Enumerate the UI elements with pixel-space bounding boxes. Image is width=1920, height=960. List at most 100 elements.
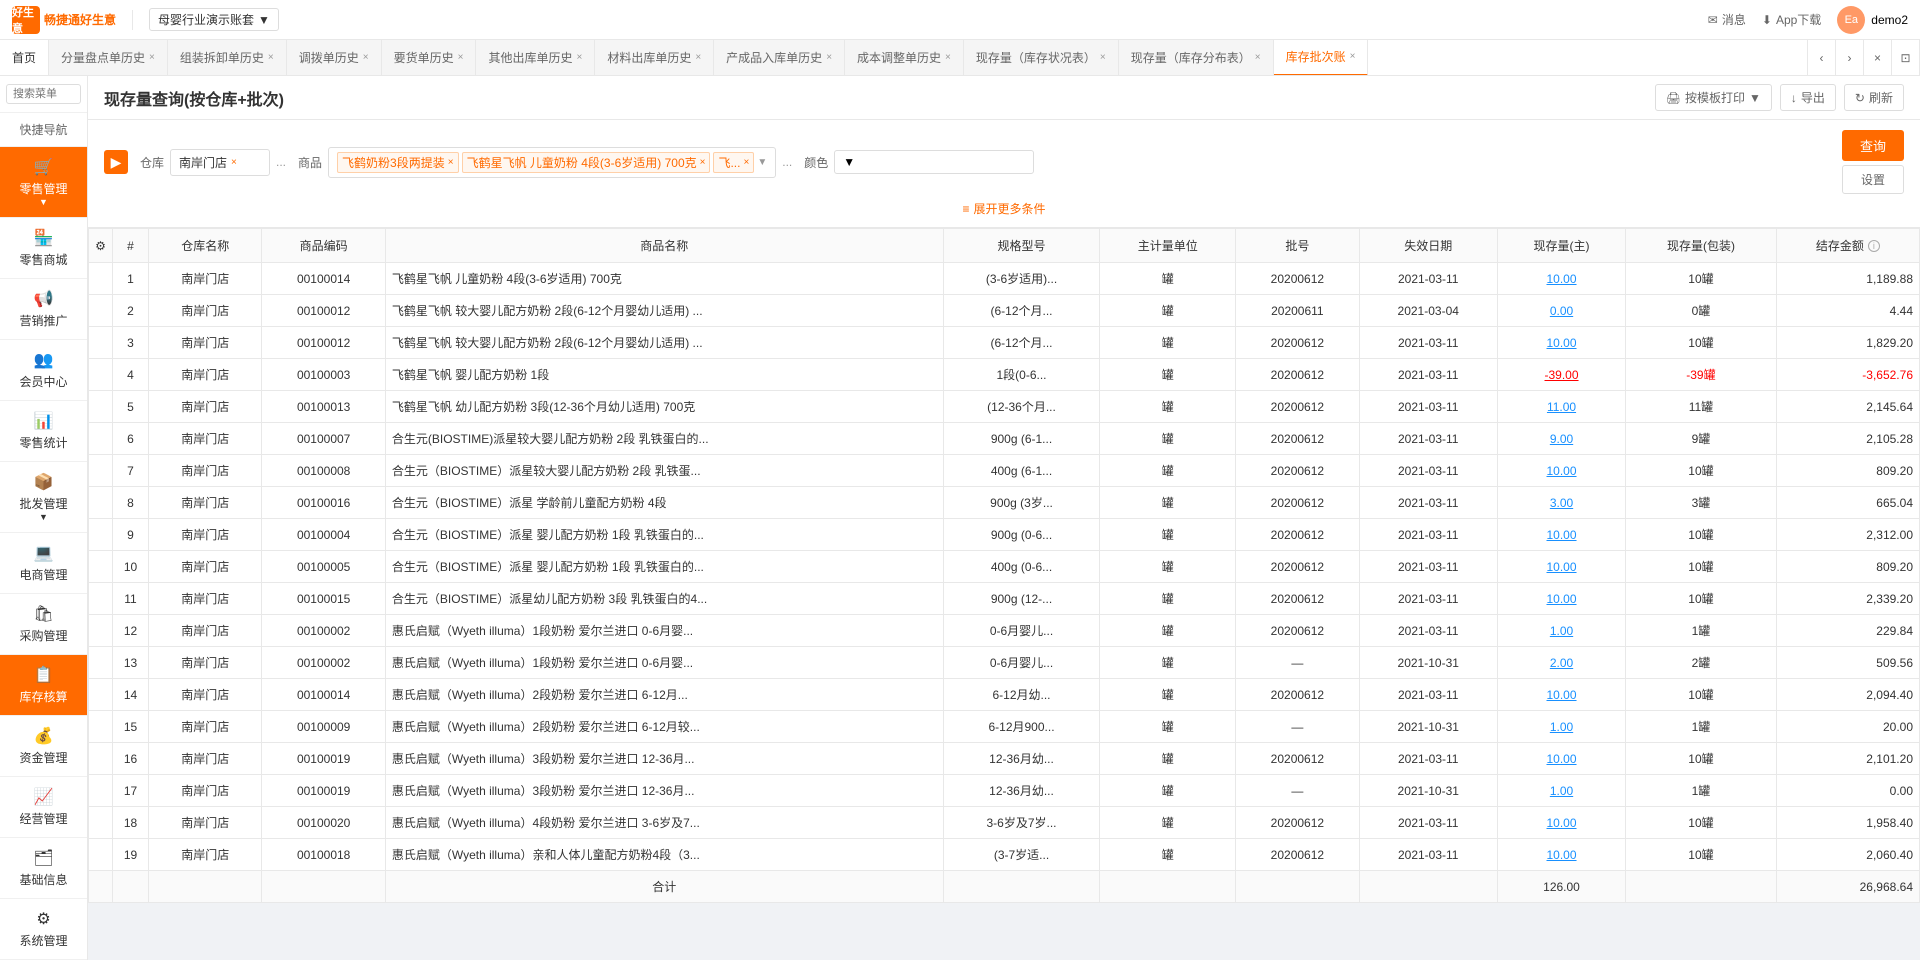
cell-qty-main-3[interactable]: -39.00 (1497, 359, 1625, 391)
cell-settings-9[interactable] (89, 551, 113, 583)
tab-1-close[interactable]: × (149, 52, 155, 63)
tab-9-close[interactable]: × (1100, 52, 1106, 63)
tab-7-close[interactable]: × (826, 52, 832, 63)
search-input[interactable] (6, 84, 81, 104)
cell-settings-17[interactable] (89, 807, 113, 839)
cell-qty-main-9[interactable]: 10.00 (1497, 551, 1625, 583)
cell-qty-main-12[interactable]: 2.00 (1497, 647, 1625, 679)
product-tag-3-del[interactable]: × (743, 157, 749, 168)
query-button[interactable]: 查询 (1842, 130, 1904, 161)
sidebar-item-finance[interactable]: 💰 资金管理 (0, 716, 87, 777)
sidebar-item-retail[interactable]: 🛒 零售管理 ▼ (0, 147, 87, 218)
cell-qty-main-8[interactable]: 10.00 (1497, 519, 1625, 551)
cell-settings-13[interactable] (89, 679, 113, 711)
cell-settings-2[interactable] (89, 327, 113, 359)
cell-qty-main-11[interactable]: 1.00 (1497, 615, 1625, 647)
cell-settings-18[interactable] (89, 839, 113, 871)
tab-4-close[interactable]: × (458, 52, 464, 63)
export-button[interactable]: ↓ 导出 (1780, 84, 1836, 111)
tab-9[interactable]: 现存量（库存状况表） × (964, 40, 1119, 76)
cell-settings-14[interactable] (89, 711, 113, 743)
tab-10-close[interactable]: × (1255, 52, 1261, 63)
tab-4[interactable]: 要货单历史 × (382, 40, 477, 76)
settings-button[interactable]: 设置 (1842, 165, 1904, 194)
cell-settings-12[interactable] (89, 647, 113, 679)
product-more[interactable]: ... (782, 155, 792, 169)
sidebar-item-member[interactable]: 👥 会员中心 (0, 340, 87, 401)
product-tag-2-del[interactable]: × (700, 157, 706, 168)
cell-qty-main-13[interactable]: 10.00 (1497, 679, 1625, 711)
cell-settings-16[interactable] (89, 775, 113, 807)
template-print-button[interactable]: 🖨 按模板打印 ▼ (1655, 84, 1772, 111)
product-tag-1-del[interactable]: × (448, 157, 454, 168)
color-input[interactable]: ▼ (834, 150, 1034, 174)
tab-8-close[interactable]: × (945, 52, 951, 63)
refresh-button[interactable]: ↻ 刷新 (1844, 84, 1904, 111)
cell-qty-main-6[interactable]: 10.00 (1497, 455, 1625, 487)
sidebar-item-operation[interactable]: 📈 经营管理 (0, 777, 87, 838)
tab-11-close[interactable]: × (1350, 51, 1356, 62)
cell-settings-10[interactable] (89, 583, 113, 615)
cell-settings-0[interactable] (89, 263, 113, 295)
tab-8[interactable]: 成本调整单历史 × (845, 40, 964, 76)
tab-2[interactable]: 组装拆卸单历史 × (168, 40, 287, 76)
tab-7[interactable]: 产成品入库单历史 × (714, 40, 845, 76)
cell-settings-7[interactable] (89, 487, 113, 519)
sidebar-item-basic[interactable]: 🗂 基础信息 (0, 838, 87, 899)
cell-qty-main-16[interactable]: 1.00 (1497, 775, 1625, 807)
sidebar-item-wholesale[interactable]: 📦 批发管理 ▼ (0, 462, 87, 533)
tab-3[interactable]: 调拨单历史 × (287, 40, 382, 76)
cell-qty-main-17[interactable]: 10.00 (1497, 807, 1625, 839)
cell-settings-6[interactable] (89, 455, 113, 487)
filter-collapse-btn[interactable]: ▶ (104, 150, 128, 174)
breadcrumb-select[interactable]: 母婴行业演示账套 ▼ (149, 8, 279, 31)
tab-5-close[interactable]: × (576, 52, 582, 63)
sidebar-item-ecommerce[interactable]: 💻 电商管理 (0, 533, 87, 594)
tab-11[interactable]: 库存批次账 × (1274, 40, 1369, 76)
app-download-action[interactable]: ⬇ App下载 (1762, 11, 1821, 28)
th-settings[interactable]: ⚙ (89, 229, 113, 263)
cell-qty-main-1[interactable]: 0.00 (1497, 295, 1625, 327)
sidebar-item-inventory[interactable]: 📋 库存核算 (0, 655, 87, 716)
user-profile[interactable]: Ea demo2 (1837, 6, 1908, 34)
cell-settings-8[interactable] (89, 519, 113, 551)
cell-settings-11[interactable] (89, 615, 113, 647)
cell-settings-3[interactable] (89, 359, 113, 391)
tab-prev-btn[interactable]: ‹ (1808, 40, 1836, 76)
tab-2-close[interactable]: × (268, 52, 274, 63)
sidebar-item-marketing[interactable]: 📢 营销推广 (0, 279, 87, 340)
message-action[interactable]: ✉ 消息 (1708, 11, 1746, 28)
cell-qty-main-0[interactable]: 10.00 (1497, 263, 1625, 295)
tab-next-btn[interactable]: › (1836, 40, 1864, 76)
tab-6[interactable]: 材料出库单历史 × (595, 40, 714, 76)
tab-5[interactable]: 其他出库单历史 × (476, 40, 595, 76)
cell-qty-main-18[interactable]: 10.00 (1497, 839, 1625, 871)
warehouse-input[interactable]: 南岸门店 × (170, 149, 270, 176)
tab-close-btn[interactable]: × (1864, 40, 1892, 76)
warehouse-clear-btn[interactable]: × (231, 157, 237, 168)
amount-info-icon[interactable]: i (1868, 240, 1880, 252)
tab-10[interactable]: 现存量（库存分布表） × (1119, 40, 1274, 76)
cell-qty-main-14[interactable]: 1.00 (1497, 711, 1625, 743)
sidebar-item-retail-stats[interactable]: 📊 零售统计 (0, 401, 87, 462)
cell-qty-main-15[interactable]: 10.00 (1497, 743, 1625, 775)
warehouse-more[interactable]: ... (276, 155, 286, 169)
sidebar-item-mall[interactable]: 🏪 零售商城 (0, 218, 87, 279)
tab-3-close[interactable]: × (363, 52, 369, 63)
cell-qty-main-10[interactable]: 10.00 (1497, 583, 1625, 615)
cell-settings-1[interactable] (89, 295, 113, 327)
expand-more-btn[interactable]: ≡ 展开更多条件 (104, 200, 1904, 217)
tab-menu-btn[interactable]: ⊡ (1892, 40, 1920, 76)
tab-home[interactable]: 首页 (0, 40, 49, 76)
sidebar-item-purchase[interactable]: 🛍 采购管理 (0, 594, 87, 655)
cell-qty-main-4[interactable]: 11.00 (1497, 391, 1625, 423)
tab-1[interactable]: 分量盘点单历史 × (49, 40, 168, 76)
cell-qty-main-5[interactable]: 9.00 (1497, 423, 1625, 455)
tab-6-close[interactable]: × (695, 52, 701, 63)
sidebar-shortcut[interactable]: 快捷导航 (0, 113, 87, 147)
cell-settings-5[interactable] (89, 423, 113, 455)
cell-qty-main-7[interactable]: 3.00 (1497, 487, 1625, 519)
sidebar-item-system[interactable]: ⚙ 系统管理 (0, 899, 87, 960)
cell-settings-15[interactable] (89, 743, 113, 775)
cell-settings-4[interactable] (89, 391, 113, 423)
